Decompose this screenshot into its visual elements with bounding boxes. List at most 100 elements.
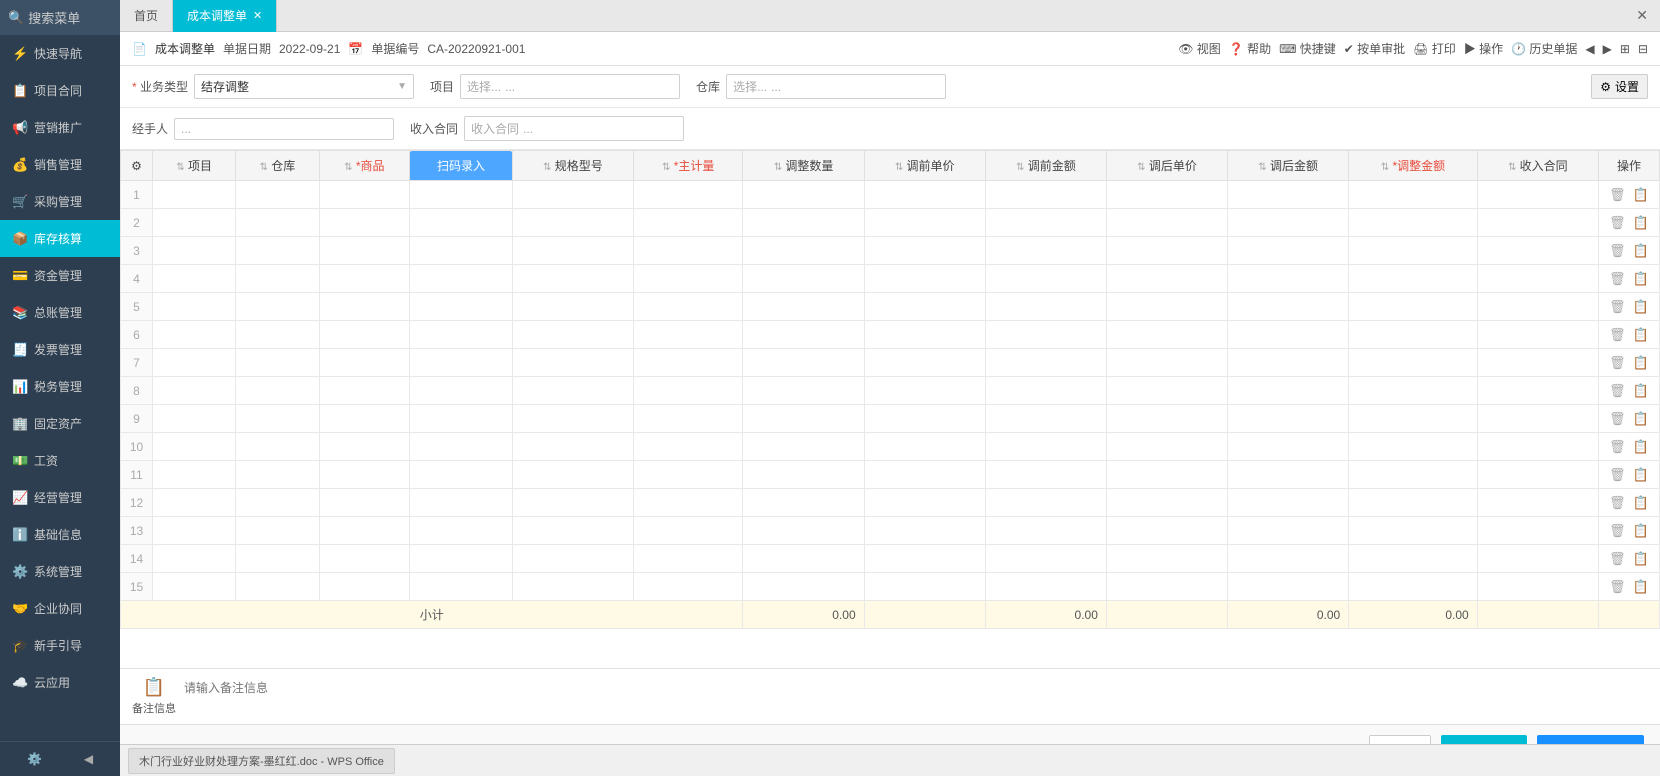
view-btn[interactable]: 👁 视图	[1178, 40, 1221, 57]
copy-row-icon[interactable]: 📋	[1633, 467, 1649, 482]
cell-project[interactable]	[153, 349, 236, 377]
cell-post-amount[interactable]	[1228, 573, 1349, 601]
notes-input[interactable]	[184, 677, 1648, 699]
cell-income-contract[interactable]	[1477, 377, 1598, 405]
sidebar-item-basic-info[interactable]: ℹ️基础信息	[0, 516, 120, 553]
operate-btn[interactable]: ▶ 操作	[1464, 40, 1503, 57]
cell-pre-price[interactable]	[864, 181, 985, 209]
cell-pre-price[interactable]	[864, 573, 985, 601]
sidebar-item-inventory[interactable]: 📦库存核算	[0, 220, 120, 257]
cell-pre-amount[interactable]	[985, 377, 1106, 405]
cell-unit[interactable]	[633, 349, 743, 377]
cell-spec[interactable]	[512, 293, 633, 321]
cell-post-amount[interactable]	[1228, 265, 1349, 293]
cell-income-contract[interactable]	[1477, 181, 1598, 209]
cell-goods[interactable]	[319, 517, 410, 545]
cell-post-amount[interactable]	[1228, 349, 1349, 377]
cell-pre-price[interactable]	[864, 461, 985, 489]
cell-goods[interactable]	[319, 321, 410, 349]
cell-adjust-qty[interactable]	[743, 405, 864, 433]
cell-post-amount[interactable]	[1228, 489, 1349, 517]
cell-unit[interactable]	[633, 265, 743, 293]
copy-row-icon[interactable]: 📋	[1633, 271, 1649, 286]
cell-adjust-qty[interactable]	[743, 321, 864, 349]
cell-goods[interactable]	[319, 181, 410, 209]
cell-pre-amount[interactable]	[985, 265, 1106, 293]
cell-post-price[interactable]	[1106, 517, 1227, 545]
cell-unit[interactable]	[633, 405, 743, 433]
cell-spec[interactable]	[512, 209, 633, 237]
cell-spec[interactable]	[512, 181, 633, 209]
view-grid-icon[interactable]: ⊞	[1620, 42, 1630, 56]
cell-warehouse[interactable]	[236, 377, 319, 405]
print-btn[interactable]: 🖨 打印	[1413, 40, 1456, 57]
cell-scan[interactable]	[410, 377, 513, 405]
settings-button[interactable]: ⚙ 设置	[1591, 74, 1648, 99]
cell-project[interactable]	[153, 573, 236, 601]
cell-post-price[interactable]	[1106, 461, 1227, 489]
cell-goods[interactable]	[319, 489, 410, 517]
cell-spec[interactable]	[512, 461, 633, 489]
warehouse-input[interactable]: 选择... ...	[726, 74, 946, 99]
cell-adjust-qty[interactable]	[743, 181, 864, 209]
sidebar-item-salary[interactable]: 💵工资	[0, 442, 120, 479]
copy-row-icon[interactable]: 📋	[1633, 411, 1649, 426]
settings-icon[interactable]: ⚙️	[27, 752, 42, 766]
cell-post-amount[interactable]	[1228, 517, 1349, 545]
cell-adjust-amount[interactable]	[1349, 293, 1478, 321]
cell-pre-amount[interactable]	[985, 293, 1106, 321]
cell-project[interactable]	[153, 265, 236, 293]
delete-row-icon[interactable]: 🗑	[1609, 187, 1626, 202]
handler-input[interactable]: ...	[174, 118, 394, 140]
cell-adjust-qty[interactable]	[743, 265, 864, 293]
cell-pre-price[interactable]	[864, 545, 985, 573]
copy-row-icon[interactable]: 📋	[1633, 579, 1649, 594]
cell-adjust-amount[interactable]	[1349, 237, 1478, 265]
cell-post-price[interactable]	[1106, 209, 1227, 237]
cell-post-amount[interactable]	[1228, 377, 1349, 405]
cell-post-amount[interactable]	[1228, 405, 1349, 433]
delete-row-icon[interactable]: 🗑	[1609, 299, 1626, 314]
col-gear[interactable]: ⚙	[121, 151, 153, 181]
cell-scan[interactable]	[410, 405, 513, 433]
cell-warehouse[interactable]	[236, 517, 319, 545]
cell-unit[interactable]	[633, 461, 743, 489]
cell-adjust-amount[interactable]	[1349, 321, 1478, 349]
cell-post-amount[interactable]	[1228, 433, 1349, 461]
cell-pre-amount[interactable]	[985, 461, 1106, 489]
cell-spec[interactable]	[512, 321, 633, 349]
cell-income-contract[interactable]	[1477, 461, 1598, 489]
cell-adjust-qty[interactable]	[743, 433, 864, 461]
sidebar-item-project-contract[interactable]: 📋项目合同	[0, 72, 120, 109]
cell-spec[interactable]	[512, 377, 633, 405]
cell-post-amount[interactable]	[1228, 237, 1349, 265]
cell-adjust-amount[interactable]	[1349, 265, 1478, 293]
cell-pre-amount[interactable]	[985, 517, 1106, 545]
cell-scan[interactable]	[410, 433, 513, 461]
cell-pre-price[interactable]	[864, 489, 985, 517]
cell-post-price[interactable]	[1106, 545, 1227, 573]
cell-spec[interactable]	[512, 517, 633, 545]
cell-income-contract[interactable]	[1477, 405, 1598, 433]
cell-adjust-amount[interactable]	[1349, 405, 1478, 433]
cell-project[interactable]	[153, 293, 236, 321]
sidebar-item-sales[interactable]: 💰销售管理	[0, 146, 120, 183]
cell-goods[interactable]	[319, 209, 410, 237]
cell-project[interactable]	[153, 377, 236, 405]
cell-pre-price[interactable]	[864, 405, 985, 433]
cell-scan[interactable]	[410, 545, 513, 573]
cell-income-contract[interactable]	[1477, 209, 1598, 237]
cell-project[interactable]	[153, 181, 236, 209]
biz-type-input[interactable]: 结存调整 ▼	[194, 74, 414, 99]
cell-pre-price[interactable]	[864, 265, 985, 293]
cell-spec[interactable]	[512, 349, 633, 377]
cell-post-amount[interactable]	[1228, 321, 1349, 349]
cell-unit[interactable]	[633, 237, 743, 265]
cell-warehouse[interactable]	[236, 545, 319, 573]
history-btn[interactable]: 🕐 历史单据	[1511, 40, 1577, 57]
cell-pre-price[interactable]	[864, 321, 985, 349]
sidebar-item-ledger[interactable]: 📚总账管理	[0, 294, 120, 331]
cell-warehouse[interactable]	[236, 321, 319, 349]
sidebar-item-finance[interactable]: 💳资金管理	[0, 257, 120, 294]
sidebar-item-fixed-assets[interactable]: 🏢固定资产	[0, 405, 120, 442]
